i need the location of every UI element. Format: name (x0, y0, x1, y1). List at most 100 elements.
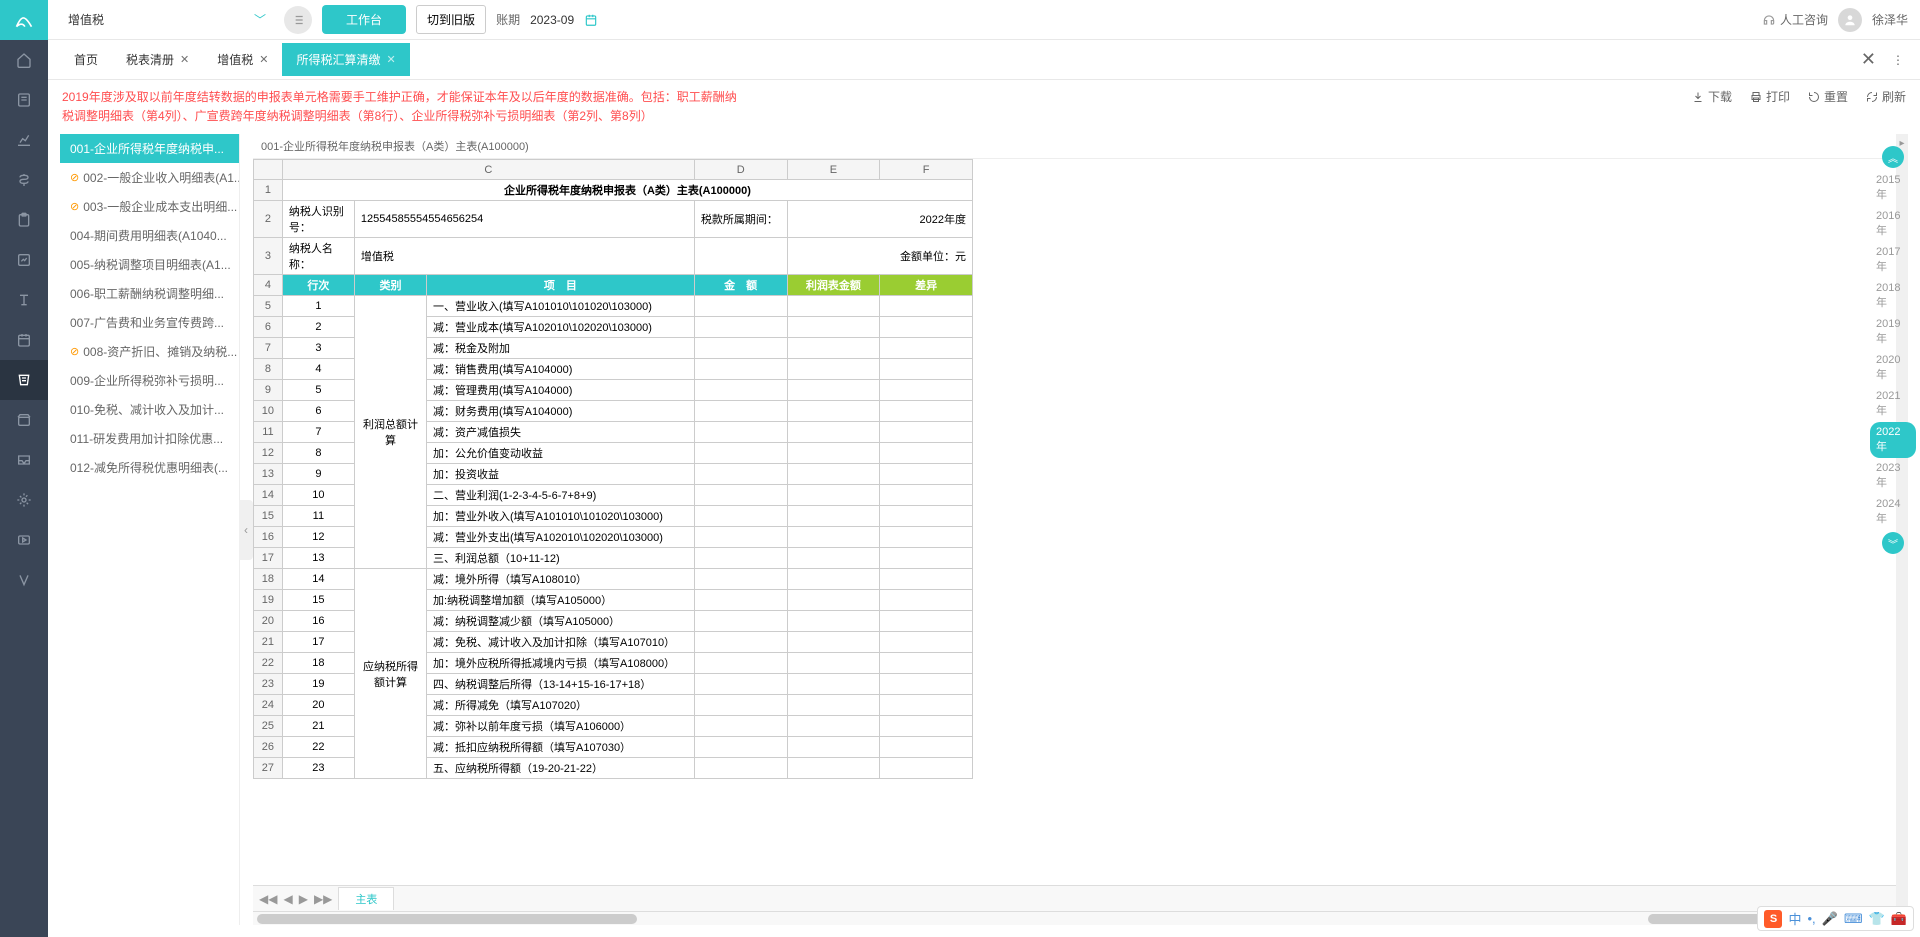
tree-item[interactable]: 004-期间费用明细表(A1040... (60, 221, 239, 250)
profit-cell[interactable] (787, 653, 880, 674)
diff-cell[interactable] (880, 296, 973, 317)
profit-cell[interactable] (787, 758, 880, 779)
amount-cell[interactable] (694, 569, 787, 590)
amount-cell[interactable] (694, 338, 787, 359)
ime-keyboard-icon[interactable]: ⌨ (1844, 911, 1863, 927)
close-all-tabs[interactable]: ✕ (1853, 45, 1884, 74)
profit-cell[interactable] (787, 548, 880, 569)
profit-cell[interactable] (787, 422, 880, 443)
amount-cell[interactable] (694, 527, 787, 548)
tabs-more[interactable]: ⋮ (1888, 49, 1908, 71)
user-avatar[interactable] (1838, 8, 1862, 32)
diff-cell[interactable] (880, 506, 973, 527)
profit-cell[interactable] (787, 506, 880, 527)
profit-cell[interactable] (787, 527, 880, 548)
tree-item[interactable]: ⊘008-资产折旧、摊销及纳税... (60, 337, 239, 366)
year-item[interactable]: 2023年 (1870, 458, 1916, 494)
item-cell[interactable]: 减：境外所得（填写A108010） (427, 569, 695, 590)
amount-cell[interactable] (694, 548, 787, 569)
item-cell[interactable]: 一、营业收入(填写A101010\101020\103000) (427, 296, 695, 317)
tab-税表清册[interactable]: 税表清册✕ (112, 43, 203, 76)
item-cell[interactable]: 加：投资收益 (427, 464, 695, 485)
tab-close-icon[interactable]: ✕ (259, 53, 268, 66)
profit-cell[interactable] (787, 464, 880, 485)
profit-cell[interactable] (787, 338, 880, 359)
diff-cell[interactable] (880, 380, 973, 401)
tree-item[interactable]: 009-企业所得税弥补亏损明... (60, 366, 239, 395)
item-cell[interactable]: 三、利润总额（10+11-12) (427, 548, 695, 569)
year-item[interactable]: 2020年 (1870, 350, 1916, 386)
nav-archive-icon[interactable] (0, 400, 48, 440)
year-item[interactable]: 2022年 (1870, 422, 1916, 458)
profit-cell[interactable] (787, 611, 880, 632)
ime-tools-icon[interactable]: 🧰 (1891, 911, 1907, 927)
amount-cell[interactable] (694, 359, 787, 380)
amount-cell[interactable] (694, 758, 787, 779)
tab-close-icon[interactable]: ✕ (180, 53, 189, 66)
profit-cell[interactable] (787, 359, 880, 380)
profit-cell[interactable] (787, 296, 880, 317)
ime-punct-icon[interactable]: •, (1808, 911, 1816, 926)
tree-item[interactable]: ⊘002-一般企业收入明细表(A1... (60, 163, 239, 192)
item-cell[interactable]: 加：公允价值变动收益 (427, 443, 695, 464)
nav-v-icon[interactable] (0, 560, 48, 600)
list-button[interactable] (284, 6, 312, 34)
download-button[interactable]: 下载 (1692, 88, 1732, 105)
year-down-button[interactable]: ︾ (1882, 532, 1904, 554)
item-cell[interactable]: 减：营业成本(填写A102010\102020\103000) (427, 317, 695, 338)
diff-cell[interactable] (880, 338, 973, 359)
nav-clipboard-icon[interactable] (0, 200, 48, 240)
item-cell[interactable]: 加：营业外收入(填写A101010\101020\103000) (427, 506, 695, 527)
diff-cell[interactable] (880, 737, 973, 758)
amount-cell[interactable] (694, 464, 787, 485)
item-cell[interactable]: 减：财务费用(填写A104000) (427, 401, 695, 422)
nav-video-icon[interactable] (0, 520, 48, 560)
item-cell[interactable]: 减：纳税调整减少额（填写A105000） (427, 611, 695, 632)
diff-cell[interactable] (880, 758, 973, 779)
diff-cell[interactable] (880, 443, 973, 464)
tab-所得税汇算清缴[interactable]: 所得税汇算清缴✕ (282, 43, 409, 76)
tree-item[interactable]: 012-减免所得税优惠明细表(... (60, 453, 239, 482)
profit-cell[interactable] (787, 632, 880, 653)
tree-item[interactable]: 001-企业所得税年度纳税申... (60, 134, 239, 163)
diff-cell[interactable] (880, 653, 973, 674)
amount-cell[interactable] (694, 716, 787, 737)
year-up-button[interactable]: ︽ (1882, 146, 1904, 168)
sheet-nav[interactable]: ◀◀◀▶▶▶ (253, 892, 338, 906)
tab-首页[interactable]: 首页 (60, 43, 112, 76)
diff-cell[interactable] (880, 611, 973, 632)
item-cell[interactable]: 减：管理费用(填写A104000) (427, 380, 695, 401)
year-item[interactable]: 2017年 (1870, 242, 1916, 278)
nav-home-icon[interactable] (0, 40, 48, 80)
profit-cell[interactable] (787, 674, 880, 695)
nav-inbox-icon[interactable] (0, 440, 48, 480)
amount-cell[interactable] (694, 422, 787, 443)
year-item[interactable]: 2018年 (1870, 278, 1916, 314)
amount-cell[interactable] (694, 443, 787, 464)
diff-cell[interactable] (880, 674, 973, 695)
profit-cell[interactable] (787, 485, 880, 506)
tree-item[interactable]: 005-纳税调整项目明细表(A1... (60, 250, 239, 279)
item-cell[interactable]: 减：所得减免（填写A107020） (427, 695, 695, 716)
amount-cell[interactable] (694, 737, 787, 758)
profit-cell[interactable] (787, 401, 880, 422)
item-cell[interactable]: 二、营业利润(1-2-3-4-5-6-7+8+9) (427, 485, 695, 506)
switch-old-button[interactable]: 切到旧版 (416, 5, 486, 34)
diff-cell[interactable] (880, 548, 973, 569)
diff-cell[interactable] (880, 422, 973, 443)
amount-cell[interactable] (694, 674, 787, 695)
amount-cell[interactable] (694, 695, 787, 716)
amount-cell[interactable] (694, 611, 787, 632)
ime-lang[interactable]: 中 (1788, 909, 1801, 928)
year-item[interactable]: 2019年 (1870, 314, 1916, 350)
ime-toolbar[interactable]: S 中 •, 🎤 ⌨ 👕 🧰 (1757, 906, 1914, 931)
item-cell[interactable]: 五、应纳税所得额（19-20-21-22） (427, 758, 695, 779)
diff-cell[interactable] (880, 464, 973, 485)
item-cell[interactable]: 减：资产减值损失 (427, 422, 695, 443)
item-cell[interactable]: 四、纳税调整后所得（13-14+15-16-17+18） (427, 674, 695, 695)
item-cell[interactable]: 减：税金及附加 (427, 338, 695, 359)
amount-cell[interactable] (694, 401, 787, 422)
nav-text-icon[interactable] (0, 280, 48, 320)
item-cell[interactable]: 减：抵扣应纳税所得额（填写A107030） (427, 737, 695, 758)
tree-item[interactable]: 006-职工薪酬纳税调整明细... (60, 279, 239, 308)
